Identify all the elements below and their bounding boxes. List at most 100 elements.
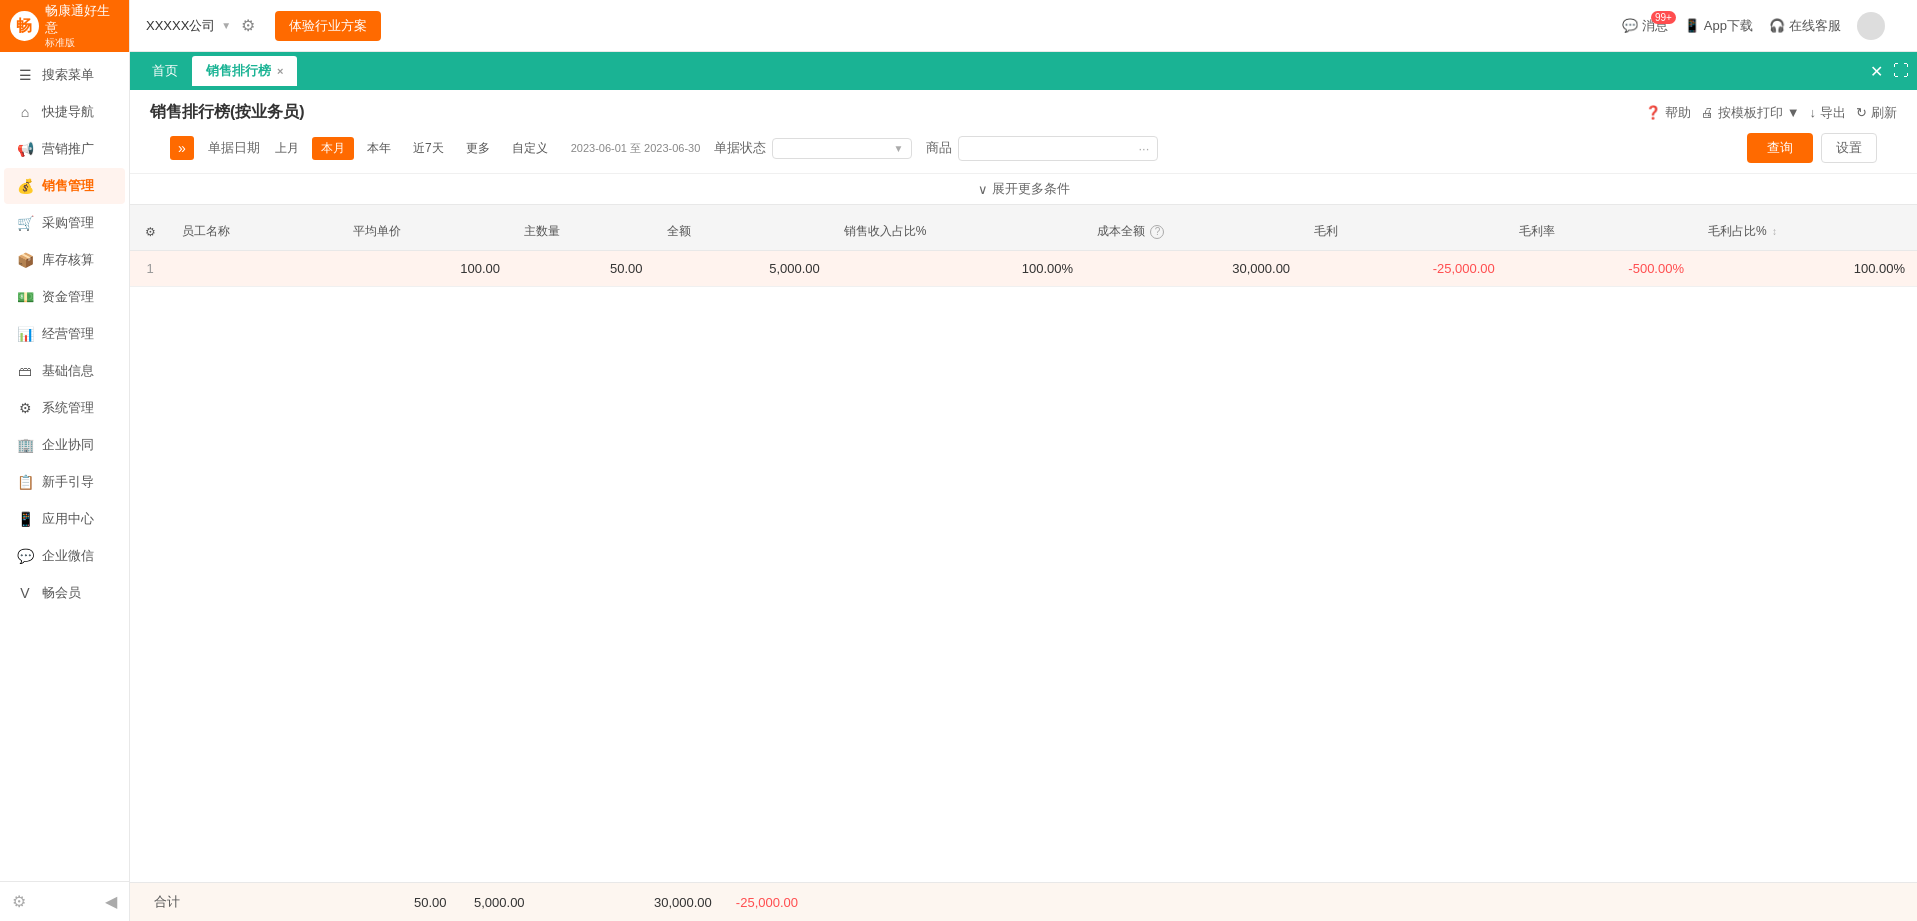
cell-profit-rate: -500.00% — [1507, 251, 1696, 287]
sidebar-item-corp[interactable]: 🏢 企业协同 — [4, 427, 125, 463]
sidebar-item-ops[interactable]: 📊 经营管理 — [4, 316, 125, 352]
topbar-settings-icon[interactable]: ⚙ — [241, 16, 255, 35]
chat-icon: 💬 — [1622, 18, 1638, 33]
sidebar-item-basic[interactable]: 🗃 基础信息 — [4, 353, 125, 389]
tab-home[interactable]: 首页 — [138, 56, 192, 86]
filter-toggle-button[interactable]: » — [170, 136, 194, 160]
date-opt-this-year[interactable]: 本年 — [358, 137, 400, 160]
table-row: 1 100.00 50.00 5,000.00 100.00% 30,000.0… — [130, 251, 1917, 287]
goods-input[interactable]: ··· — [958, 136, 1158, 161]
sidebar-logo: 畅 畅康通好生意 标准版 — [0, 0, 129, 52]
sidebar-icon-inventory: 📦 — [16, 252, 34, 268]
trial-button[interactable]: 体验行业方案 — [275, 11, 381, 41]
table-footer: 合计 50.00 5,000.00 30,000.00 -25,000.00 — [130, 882, 1917, 921]
sidebar-label-marketing: 营销推广 — [42, 140, 94, 158]
sidebar-item-apps[interactable]: 📱 应用中心 — [4, 501, 125, 537]
date-opt-last-month[interactable]: 上月 — [266, 137, 308, 160]
col-sales-pct: 销售收入占比% — [832, 213, 1085, 251]
date-opt-custom[interactable]: 自定义 — [503, 137, 557, 160]
sidebar-icon-corp: 🏢 — [16, 437, 34, 453]
tab-sales-ranking[interactable]: 销售排行榜 × — [192, 56, 297, 86]
help-icon: ❓ — [1645, 105, 1661, 120]
app-name: 畅康通好生意 — [45, 3, 119, 37]
cell-amount: 5,000.00 — [655, 251, 832, 287]
sidebar-label-basic: 基础信息 — [42, 362, 94, 380]
export-icon: ↓ — [1810, 105, 1817, 120]
sidebar-item-finance[interactable]: 💵 资金管理 — [4, 279, 125, 315]
sidebar-icon-purchase: 🛒 — [16, 215, 34, 231]
sidebar-icon-sales: 💰 — [16, 178, 34, 194]
date-opt-more[interactable]: 更多 — [457, 137, 499, 160]
sidebar-label-ops: 经营管理 — [42, 325, 94, 343]
sidebar-item-inventory[interactable]: 📦 库存核算 — [4, 242, 125, 278]
tab-close-icon[interactable]: × — [277, 65, 283, 77]
col-profit: 毛利 — [1302, 213, 1507, 251]
goods-more-icon[interactable]: ··· — [1139, 141, 1150, 156]
sidebar: 畅 畅康通好生意 标准版 ☰ 搜索菜单 ⌂ 快捷导航 📢 营销推广 💰 销售管理… — [0, 0, 130, 921]
sidebar-bottom: ⚙ ◀ — [0, 881, 129, 921]
sidebar-icon-ops: 📊 — [16, 326, 34, 342]
tabbar-right: ✕ ⛶ — [1870, 62, 1909, 81]
profit-pct-sort-icon[interactable]: ↕ — [1772, 226, 1777, 237]
logo-icon: 畅 — [10, 11, 39, 41]
export-button[interactable]: ↓ 导出 — [1810, 104, 1847, 122]
sidebar-label-finance: 资金管理 — [42, 288, 94, 306]
page-title: 销售排行榜(按业务员) — [150, 102, 305, 123]
refresh-button[interactable]: ↻ 刷新 — [1856, 104, 1897, 122]
sidebar-item-system[interactable]: ⚙ 系统管理 — [4, 390, 125, 426]
app-download-button[interactable]: 📱 App下载 — [1684, 17, 1753, 35]
status-select-arrow: ▼ — [893, 143, 903, 154]
cost-help-icon[interactable]: ? — [1150, 225, 1164, 239]
tabbar-close-icon[interactable]: ✕ — [1870, 62, 1883, 81]
sidebar-icon-quicknav: ⌂ — [16, 104, 34, 120]
message-button[interactable]: 💬 消息 99+ — [1622, 17, 1668, 35]
footer-qty: 50.00 — [402, 895, 462, 910]
sidebar-icon-search: ☰ — [16, 67, 34, 83]
sidebar-item-member[interactable]: V 畅会员 — [4, 575, 125, 611]
col-qty: 主数量 — [512, 213, 655, 251]
settings-button[interactable]: 设置 — [1821, 133, 1877, 163]
col-profit-pct: 毛利占比% ↕ — [1696, 213, 1917, 251]
tabbar-expand-icon[interactable]: ⛶ — [1893, 62, 1909, 81]
col-cost: 成本全额 ? — [1085, 213, 1302, 251]
sidebar-item-sales[interactable]: 💰 销售管理 — [4, 168, 125, 204]
col-amount: 全额 — [655, 213, 832, 251]
sidebar-item-purchase[interactable]: 🛒 采购管理 — [4, 205, 125, 241]
expand-more-button[interactable]: ∨ 展开更多条件 — [130, 173, 1917, 204]
col-settings[interactable]: ⚙ — [130, 213, 170, 251]
table-header: ⚙ 员工名称 平均单价 主数量 全额 销售收入占比% 成本全额 ? 毛利 毛利率… — [130, 213, 1917, 251]
date-opt-7days[interactable]: 近7天 — [404, 137, 453, 160]
company-selector[interactable]: XXXXX公司 ▼ — [146, 17, 231, 35]
print-icon: 🖨 — [1701, 105, 1714, 120]
date-filter-label: 单据日期 — [208, 139, 260, 157]
sidebar-icon-member: V — [16, 585, 34, 601]
expand-icon: ∨ — [978, 182, 988, 197]
query-button[interactable]: 查询 — [1747, 133, 1813, 163]
footer-amount: 5,000.00 — [462, 895, 542, 910]
date-range-text: 2023-06-01 至 2023-06-30 — [571, 141, 701, 156]
online-service-label: 在线客服 — [1789, 17, 1841, 35]
sidebar-item-guide[interactable]: 📋 新手引导 — [4, 464, 125, 500]
help-button[interactable]: ❓ 帮助 — [1645, 104, 1691, 122]
print-button[interactable]: 🖨 按模板打印 ▼ — [1701, 104, 1800, 122]
table-body: 1 100.00 50.00 5,000.00 100.00% 30,000.0… — [130, 251, 1917, 287]
sidebar-item-marketing[interactable]: 📢 营销推广 — [4, 131, 125, 167]
topbar: XXXXX公司 ▼ ⚙ 体验行业方案 💬 消息 99+ 📱 App下载 🎧 在线… — [130, 0, 1917, 52]
date-opt-this-month[interactable]: 本月 — [312, 137, 354, 160]
sidebar-item-wechat[interactable]: 💬 企业微信 — [4, 538, 125, 574]
sidebar-icon-system: ⚙ — [16, 400, 34, 416]
status-select[interactable]: ▼ — [772, 138, 912, 159]
sidebar-item-quicknav[interactable]: ⌂ 快捷导航 — [4, 94, 125, 130]
footer-profit: -25,000.00 — [724, 895, 810, 910]
sidebar-collapse-icon[interactable]: ◀ — [105, 892, 117, 911]
sidebar-label-search: 搜索菜单 — [42, 66, 94, 84]
goods-filter-label: 商品 — [926, 139, 952, 157]
cell-sales-pct: 100.00% — [832, 251, 1085, 287]
user-avatar[interactable] — [1857, 12, 1885, 40]
sidebar-label-system: 系统管理 — [42, 399, 94, 417]
sidebar-item-search[interactable]: ☰ 搜索菜单 — [4, 57, 125, 93]
sidebar-settings-icon[interactable]: ⚙ — [12, 892, 26, 911]
online-service-button[interactable]: 🎧 在线客服 — [1769, 17, 1841, 35]
col-avg-price: 平均单价 — [341, 213, 512, 251]
sidebar-icon-finance: 💵 — [16, 289, 34, 305]
